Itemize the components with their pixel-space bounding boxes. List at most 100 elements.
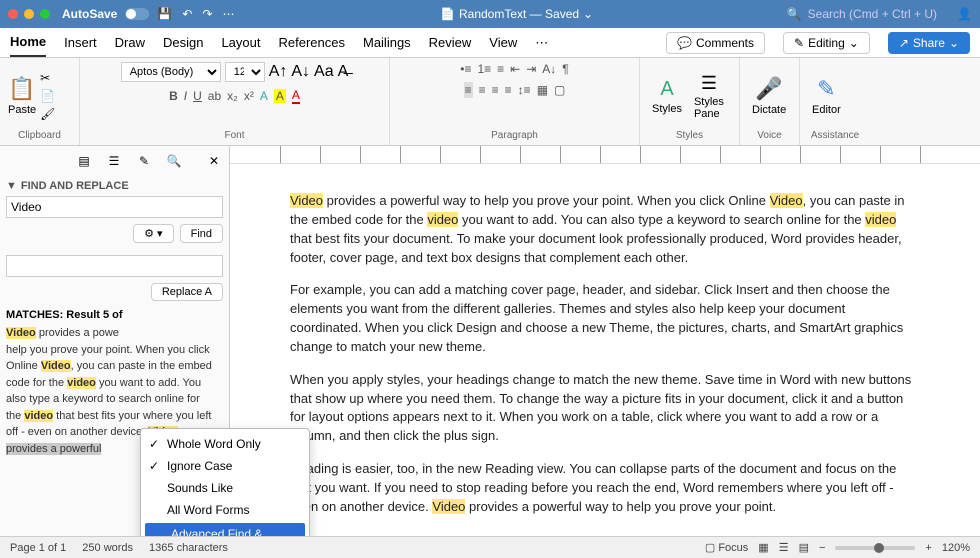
dictate-button[interactable]: 🎤Dictate <box>748 76 790 116</box>
tab-view[interactable]: View <box>489 29 517 56</box>
share-icon: ↗ <box>899 36 909 50</box>
change-case-icon[interactable]: Aa <box>314 63 334 81</box>
tabs-overflow[interactable]: ⋯ <box>535 35 548 51</box>
align-left-icon[interactable]: ≡ <box>464 82 473 98</box>
search-tab-icon[interactable]: 🔍 <box>165 152 183 170</box>
close-panel-icon[interactable]: ✕ <box>205 152 223 170</box>
review-tab-icon[interactable]: ✎ <box>135 152 153 170</box>
highlight-icon[interactable]: A <box>274 89 286 103</box>
replace-all-button[interactable]: Replace A <box>151 283 223 301</box>
undo-icon[interactable]: ↶ <box>182 7 192 21</box>
zoom-out[interactable]: − <box>819 542 825 554</box>
char-count[interactable]: 1365 characters <box>149 542 228 554</box>
numbering-icon[interactable]: 1≡ <box>477 62 491 76</box>
tab-design[interactable]: Design <box>163 29 203 56</box>
zoom-level[interactable]: 120% <box>942 542 970 554</box>
grow-font-icon[interactable]: A↑ <box>269 63 288 81</box>
paste-button[interactable]: 📋 Paste <box>8 76 36 116</box>
decrease-indent-icon[interactable]: ⇤ <box>510 62 520 76</box>
group-voice: Voice <box>748 130 791 141</box>
font-size-select[interactable]: 12 <box>225 62 265 82</box>
styles-button[interactable]: AStyles <box>648 78 686 115</box>
page-indicator[interactable]: Page 1 of 1 <box>10 542 66 554</box>
more-icon[interactable]: ⋯ <box>222 7 234 21</box>
document-body[interactable]: Video provides a powerful way to help yo… <box>230 164 980 536</box>
view-web-icon[interactable]: ☰ <box>779 541 789 554</box>
line-spacing-icon[interactable]: ↕≡ <box>518 83 531 97</box>
bold-button[interactable]: B <box>169 89 178 103</box>
menu-sounds-like[interactable]: Sounds Like <box>141 477 309 499</box>
view-print-icon[interactable]: ▦ <box>758 541 768 554</box>
word-count[interactable]: 250 words <box>82 542 133 554</box>
close-window[interactable] <box>8 9 18 19</box>
view-outline-icon[interactable]: ▤ <box>799 541 809 554</box>
tab-mailings[interactable]: Mailings <box>363 29 411 56</box>
save-icon[interactable]: 💾 <box>157 7 172 21</box>
chevron-down-icon[interactable]: ⌄ <box>583 7 593 21</box>
tab-home[interactable]: Home <box>10 28 46 57</box>
underline-button[interactable]: U <box>193 89 202 103</box>
clear-format-icon[interactable]: A̶ <box>338 63 349 81</box>
minimize-window[interactable] <box>24 9 34 19</box>
editor-icon: ✎ <box>817 76 835 102</box>
font-name-select[interactable]: Aptos (Body) <box>121 62 221 82</box>
search-box[interactable]: 🔍 Search (Cmd + Ctrl + U) <box>787 7 937 21</box>
comments-button[interactable]: 💬Comments <box>666 32 765 54</box>
tab-insert[interactable]: Insert <box>64 29 97 56</box>
paragraph: Video provides a powerful way to help yo… <box>290 192 920 267</box>
bullets-icon[interactable]: •≡ <box>460 62 471 76</box>
strikethrough-button[interactable]: ab <box>208 89 221 103</box>
justify-icon[interactable]: ≡ <box>505 83 512 97</box>
ribbon-tabs: Home Insert Draw Design Layout Reference… <box>0 28 980 58</box>
maximize-window[interactable] <box>40 9 50 19</box>
menu-all-word-forms[interactable]: All Word Forms <box>141 499 309 521</box>
align-right-icon[interactable]: ≡ <box>492 83 499 97</box>
menu-ignore-case[interactable]: Ignore Case <box>141 455 309 477</box>
menu-whole-word[interactable]: Whole Word Only <box>141 433 309 455</box>
italic-button[interactable]: I <box>184 89 187 103</box>
find-button[interactable]: Find <box>180 224 223 243</box>
styles-pane-button[interactable]: ☰Styles Pane <box>690 73 728 120</box>
cut-icon[interactable]: ✂ <box>40 71 55 85</box>
multilevel-icon[interactable]: ≡ <box>497 62 504 76</box>
document-title[interactable]: RandomText — Saved <box>459 7 579 21</box>
sort-icon[interactable]: A↓ <box>542 62 556 76</box>
borders-icon[interactable]: ▢ <box>554 83 565 97</box>
show-marks-icon[interactable]: ¶ <box>562 62 568 76</box>
subscript-button[interactable]: x₂ <box>227 89 238 103</box>
comment-icon: 💬 <box>677 36 692 50</box>
tab-references[interactable]: References <box>279 29 345 56</box>
panel-title: ▼FIND AND REPLACE <box>6 180 223 192</box>
zoom-in[interactable]: + <box>925 542 931 554</box>
replace-input[interactable] <box>6 255 223 277</box>
format-painter-icon[interactable]: 🖌 <box>40 107 55 121</box>
thumbnails-tab-icon[interactable]: ▤ <box>75 152 93 170</box>
group-clipboard: Clipboard <box>8 130 71 141</box>
editing-button[interactable]: ✎Editing⌄ <box>783 32 870 54</box>
zoom-slider[interactable] <box>835 546 915 550</box>
tab-draw[interactable]: Draw <box>115 29 145 56</box>
chevron-down-icon: ⌄ <box>849 36 859 50</box>
increase-indent-icon[interactable]: ⇥ <box>526 62 536 76</box>
chevron-down-icon: ⌄ <box>949 36 959 50</box>
redo-icon[interactable]: ↷ <box>202 7 212 21</box>
align-center-icon[interactable]: ≡ <box>479 83 486 97</box>
superscript-button[interactable]: x² <box>244 89 254 103</box>
text-effects-icon[interactable]: A <box>260 89 268 103</box>
autosave-toggle[interactable] <box>125 8 149 20</box>
account-icon[interactable]: 👤 <box>957 7 972 21</box>
headings-tab-icon[interactable]: ☰ <box>105 152 123 170</box>
shrink-font-icon[interactable]: A↓ <box>291 63 310 81</box>
copy-icon[interactable]: 📄 <box>40 89 55 103</box>
shading-icon[interactable]: ▦ <box>537 83 548 97</box>
editor-button[interactable]: ✎Editor <box>808 76 845 116</box>
ruler[interactable] <box>230 146 980 164</box>
find-settings-button[interactable]: ⚙ ▾ <box>133 224 173 243</box>
focus-mode[interactable]: ▢ Focus <box>705 541 748 554</box>
find-input[interactable] <box>6 196 223 218</box>
tab-layout[interactable]: Layout <box>221 29 260 56</box>
font-color-icon[interactable]: A <box>292 88 300 104</box>
menu-advanced-find[interactable]: Advanced Find & Replace... <box>145 523 305 536</box>
share-button[interactable]: ↗Share⌄ <box>888 32 970 54</box>
tab-review[interactable]: Review <box>429 29 472 56</box>
